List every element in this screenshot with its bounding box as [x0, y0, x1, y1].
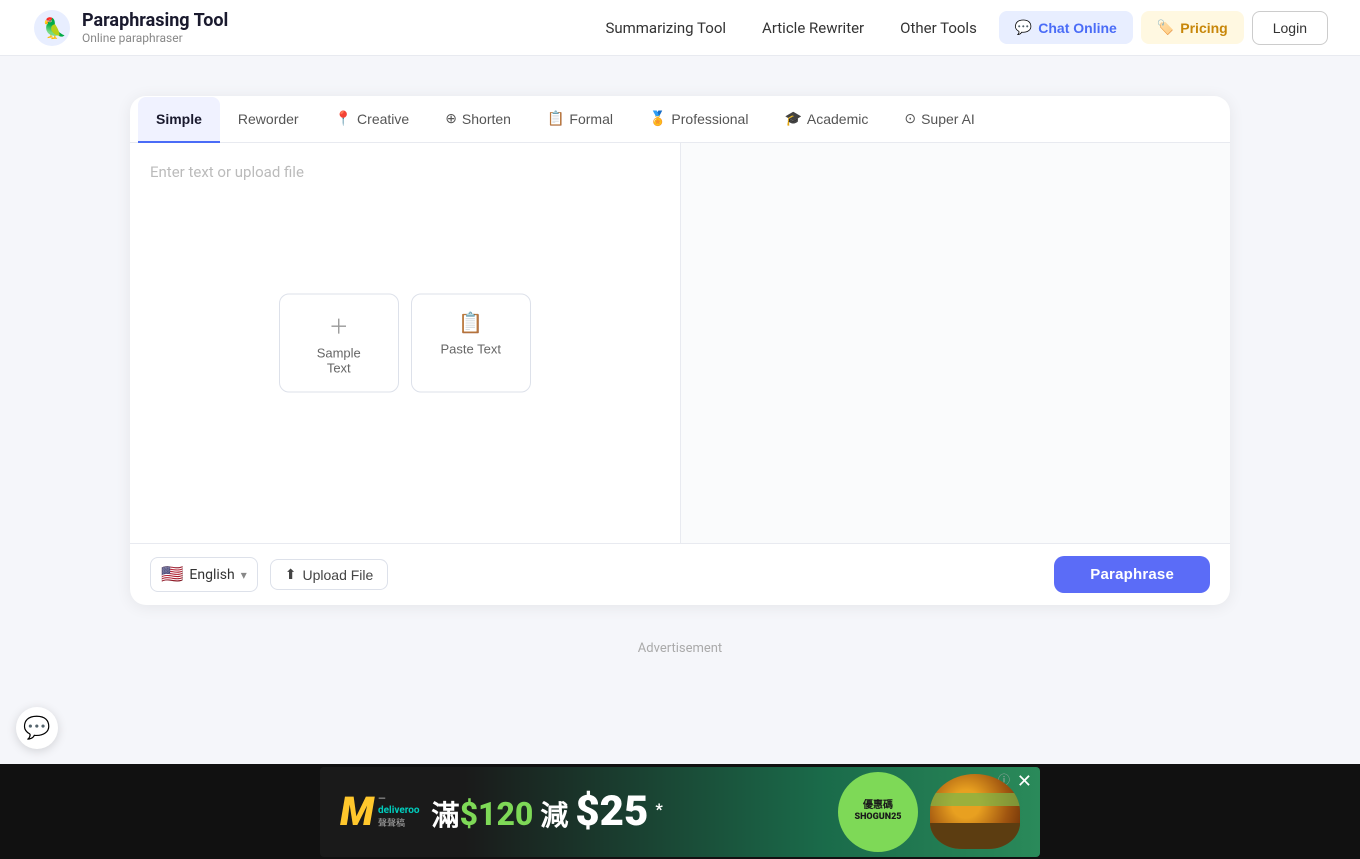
shorten-icon: ⊕	[445, 110, 457, 127]
upload-buttons: ＋ Sample Text 📋 Paste Text	[259, 294, 551, 393]
paraphrase-button[interactable]: Paraphrase	[1054, 556, 1210, 593]
tab-super-ai[interactable]: ⊙ Super AI	[886, 96, 992, 143]
language-selector[interactable]: 🇺🇸 English ▾	[150, 557, 258, 592]
chevron-down-icon: ▾	[241, 568, 247, 582]
login-button[interactable]: Login	[1252, 11, 1328, 45]
chat-online-button[interactable]: 💬 Chat Online	[999, 11, 1133, 44]
app-subtitle: Online paraphraser	[82, 31, 228, 45]
ad-burger-image	[930, 774, 1020, 849]
formal-icon: 📋	[547, 110, 564, 127]
ad-close-button[interactable]: ✕	[1017, 771, 1032, 792]
paste-text-button[interactable]: 📋 Paste Text	[411, 294, 531, 393]
plus-icon: ＋	[329, 311, 349, 340]
ad-brand-logos: M — deliveroo 聲聲稿	[340, 788, 420, 835]
editor-area: ＋ Sample Text 📋 Paste Text	[130, 143, 1230, 543]
ad-full-text: 滿$120 減 $25 *	[432, 787, 663, 836]
editor-output	[681, 143, 1231, 543]
tab-simple-label: Simple	[156, 111, 202, 127]
sample-text-button[interactable]: ＋ Sample Text	[279, 294, 399, 393]
tab-academic[interactable]: 🎓 Academic	[766, 96, 886, 143]
chat-float-icon: 💬	[23, 716, 50, 741]
paste-icon: 📋	[458, 311, 483, 336]
tab-reworder[interactable]: Reworder	[220, 97, 317, 143]
tab-simple[interactable]: Simple	[138, 97, 220, 143]
mcdonalds-logo: M	[340, 788, 374, 835]
tab-professional-label: Professional	[671, 111, 748, 127]
tab-shorten-label: Shorten	[462, 111, 511, 127]
app-title: Paraphrasing Tool	[82, 10, 228, 31]
upload-file-button[interactable]: ⬆ Upload File	[270, 559, 389, 590]
ad-section: Advertisement	[0, 625, 1360, 672]
editor-left: ＋ Sample Text 📋 Paste Text	[130, 143, 681, 543]
creative-icon: 📍	[335, 110, 352, 127]
sample-text-label: Sample Text	[308, 346, 370, 376]
tab-creative-label: Creative	[357, 111, 409, 127]
nav-summarizing-tool[interactable]: Summarizing Tool	[591, 13, 740, 43]
paste-text-label: Paste Text	[441, 342, 501, 357]
language-label: English	[189, 567, 234, 583]
ad-promo-sticker: 優惠碼 SHOGUN25	[838, 772, 918, 852]
academic-icon: 🎓	[784, 110, 801, 127]
tab-reworder-label: Reworder	[238, 111, 299, 127]
pricing-icon: 🏷️	[1157, 19, 1174, 36]
upload-file-label: Upload File	[302, 567, 373, 583]
bottom-ad-inner: ⓘ ✕ M — deliveroo 聲聲稿 滿$120 減 $25 * 優惠碼 …	[320, 767, 1040, 857]
tab-formal[interactable]: 📋 Formal	[529, 96, 631, 143]
ad-text-content: 滿$120 減 $25 *	[432, 787, 826, 836]
header-nav: Summarizing Tool Article Rewriter Other …	[591, 11, 1328, 45]
title-group: Paraphrasing Tool Online paraphraser	[82, 10, 228, 45]
tab-formal-label: Formal	[569, 111, 613, 127]
super-ai-icon: ⊙	[904, 110, 916, 127]
tab-academic-label: Academic	[807, 111, 868, 127]
tool-card: Simple Reworder 📍 Creative ⊕ Shorten 📋 F…	[130, 96, 1230, 605]
advertisement-label: Advertisement	[638, 641, 722, 656]
tab-creative[interactable]: 📍 Creative	[317, 96, 428, 143]
upload-icon: ⬆	[285, 566, 297, 583]
main-content: Simple Reworder 📍 Creative ⊕ Shorten 📋 F…	[0, 56, 1360, 625]
bottom-ad-banner: ⓘ ✕ M — deliveroo 聲聲稿 滿$120 減 $25 * 優惠碼 …	[0, 764, 1360, 859]
nav-other-tools[interactable]: Other Tools	[886, 13, 991, 43]
nav-article-rewriter[interactable]: Article Rewriter	[748, 13, 878, 43]
pricing-button[interactable]: 🏷️ Pricing	[1141, 11, 1244, 44]
bottom-left: 🇺🇸 English ▾ ⬆ Upload File	[150, 557, 388, 592]
svg-text:🦜: 🦜	[42, 16, 67, 40]
tabs-bar: Simple Reworder 📍 Creative ⊕ Shorten 📋 F…	[130, 96, 1230, 143]
chat-float-button[interactable]: 💬	[16, 707, 58, 749]
tab-super-ai-label: Super AI	[921, 111, 975, 127]
tab-shorten[interactable]: ⊕ Shorten	[427, 96, 529, 143]
deliveroo-logo: — deliveroo 聲聲稿	[378, 794, 420, 829]
logo-icon: 🦜	[32, 8, 72, 48]
header: 🦜 Paraphrasing Tool Online paraphraser S…	[0, 0, 1360, 56]
tab-professional[interactable]: 🏅 Professional	[631, 96, 766, 143]
header-left: 🦜 Paraphrasing Tool Online paraphraser	[32, 8, 228, 48]
bottom-bar: 🇺🇸 English ▾ ⬆ Upload File Paraphrase	[130, 543, 1230, 605]
flag-icon: 🇺🇸	[161, 564, 183, 585]
chat-icon: 💬	[1015, 19, 1032, 36]
professional-icon: 🏅	[649, 110, 666, 127]
